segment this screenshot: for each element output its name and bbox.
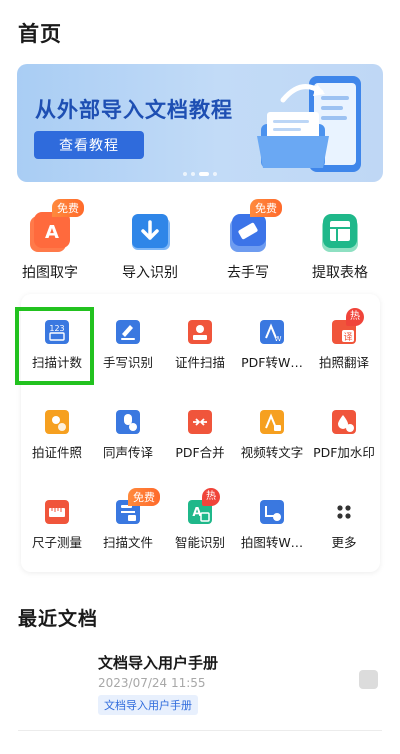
list-item[interactable]: 文档导入用户手册 2023/07/24 11:55 文档导入用户手册 <box>0 648 400 720</box>
free-badge: 免费 <box>250 199 282 217</box>
tool-pdf-to-word[interactable]: W PDF转W… <box>236 302 308 386</box>
tool-label: 拍图转W… <box>240 535 304 550</box>
carousel-dot[interactable] <box>191 172 195 176</box>
photo-translate-icon: 译 热 <box>332 308 364 344</box>
tool-pdf-merge[interactable]: PDF合并 <box>164 392 236 476</box>
tool-id-photo[interactable]: 拍证件照 <box>21 392 93 476</box>
tool-label: 扫描文件 <box>102 535 153 550</box>
quick-tool-label: 去手写 <box>227 265 269 281</box>
quick-tool-text-extract[interactable]: A 免费 拍图取字 <box>4 196 96 282</box>
tutorial-banner[interactable]: 从外部导入文档教程 查看教程 <box>17 64 383 182</box>
carousel-dot-active[interactable] <box>199 172 209 176</box>
hot-badge: 热 <box>346 308 364 326</box>
text-extract-icon: A 免费 <box>28 199 84 254</box>
tool-label: 拍照翻译 <box>318 355 369 370</box>
table-icon <box>318 210 362 254</box>
tool-label: PDF合并 <box>175 445 225 460</box>
hot-badge: 热 <box>202 488 220 506</box>
tool-label: 智能识别 <box>174 535 225 550</box>
carousel-dot[interactable] <box>183 172 187 176</box>
tool-photo-to-word[interactable]: 拍图转W… <box>236 482 308 566</box>
tool-more[interactable]: 更多 <box>308 482 380 566</box>
free-badge: 免费 <box>128 488 160 506</box>
tool-label: 同声传译 <box>102 445 153 460</box>
scan-file-icon: 免费 <box>116 488 160 524</box>
pdf-watermark-icon <box>332 410 356 434</box>
quick-tool-extract-table[interactable]: 提取表格 <box>294 196 386 282</box>
tool-photo-translate[interactable]: 译 热 拍照翻译 <box>308 302 380 386</box>
tool-smart-recognize[interactable]: A 热 智能识别 <box>164 482 236 566</box>
tool-video-to-text[interactable]: 视频转文字 <box>236 392 308 476</box>
quick-tool-label: 导入识别 <box>122 265 178 281</box>
tool-label: 视频转文字 <box>240 445 304 460</box>
tool-handwriting[interactable]: 手写识别 <box>92 302 164 386</box>
tool-pdf-watermark[interactable]: PDF加水印 <box>308 392 380 476</box>
tool-label: 拍证件照 <box>31 445 82 460</box>
quick-tool-import[interactable]: 导入识别 <box>104 196 196 282</box>
doc-select-checkbox[interactable] <box>359 670 378 689</box>
id-scan-icon <box>188 320 212 344</box>
eraser-icon: 免费 <box>226 199 282 254</box>
more-dots-icon <box>332 500 356 524</box>
handwriting-icon <box>116 320 140 344</box>
tool-label: 手写识别 <box>102 355 153 370</box>
document-import-illustration <box>257 76 361 172</box>
tool-scan-file[interactable]: 免费 扫描文件 <box>92 482 164 566</box>
doc-timestamp: 2023/07/24 11:55 <box>98 676 206 690</box>
svg-text:W: W <box>275 335 282 343</box>
tool-label: 更多 <box>331 535 357 550</box>
doc-tag: 文档导入用户手册 <box>98 695 198 715</box>
tool-id-scan[interactable]: 证件扫描 <box>164 302 236 386</box>
page-title: 首页 <box>18 22 62 46</box>
doc-name: 文档导入用户手册 <box>98 654 219 672</box>
banner-title: 从外部导入文档教程 <box>35 98 233 122</box>
free-badge: 免费 <box>52 199 84 217</box>
tool-label: 尺子测量 <box>31 535 82 550</box>
tool-label: PDF转W… <box>241 355 303 370</box>
tool-label: PDF加水印 <box>313 445 375 460</box>
recent-docs-title: 最近文档 <box>18 608 99 630</box>
pdf-to-word-icon: W <box>260 320 284 344</box>
carousel-dot[interactable] <box>213 172 217 176</box>
quick-tool-remove-handwriting[interactable]: 免费 去手写 <box>202 196 294 282</box>
carousel-indicator <box>17 172 383 176</box>
tool-interpret[interactable]: 同声传译 <box>92 392 164 476</box>
ruler-icon <box>45 500 69 524</box>
folder-import-icon <box>128 210 172 254</box>
svg-text:A: A <box>45 222 59 243</box>
view-tutorial-button[interactable]: 查看教程 <box>34 131 144 159</box>
quick-tool-label: 提取表格 <box>312 265 368 281</box>
id-photo-icon <box>45 410 69 434</box>
selection-highlight <box>15 307 94 385</box>
svg-text:译: 译 <box>343 332 352 343</box>
pdf-merge-icon <box>188 410 212 434</box>
smart-recognize-icon: A 热 <box>188 488 220 524</box>
video-to-text-icon <box>260 410 284 434</box>
photo-to-word-icon <box>260 500 284 524</box>
tool-ruler[interactable]: 尺子测量 <box>21 482 93 566</box>
quick-tool-label: 拍图取字 <box>22 265 78 281</box>
quick-tools-row: A 免费 拍图取字 导入识别 免费 去手写 提取表格 <box>0 196 400 286</box>
tool-label: 证件扫描 <box>174 355 225 370</box>
interpret-icon <box>116 410 140 434</box>
divider <box>18 730 382 731</box>
